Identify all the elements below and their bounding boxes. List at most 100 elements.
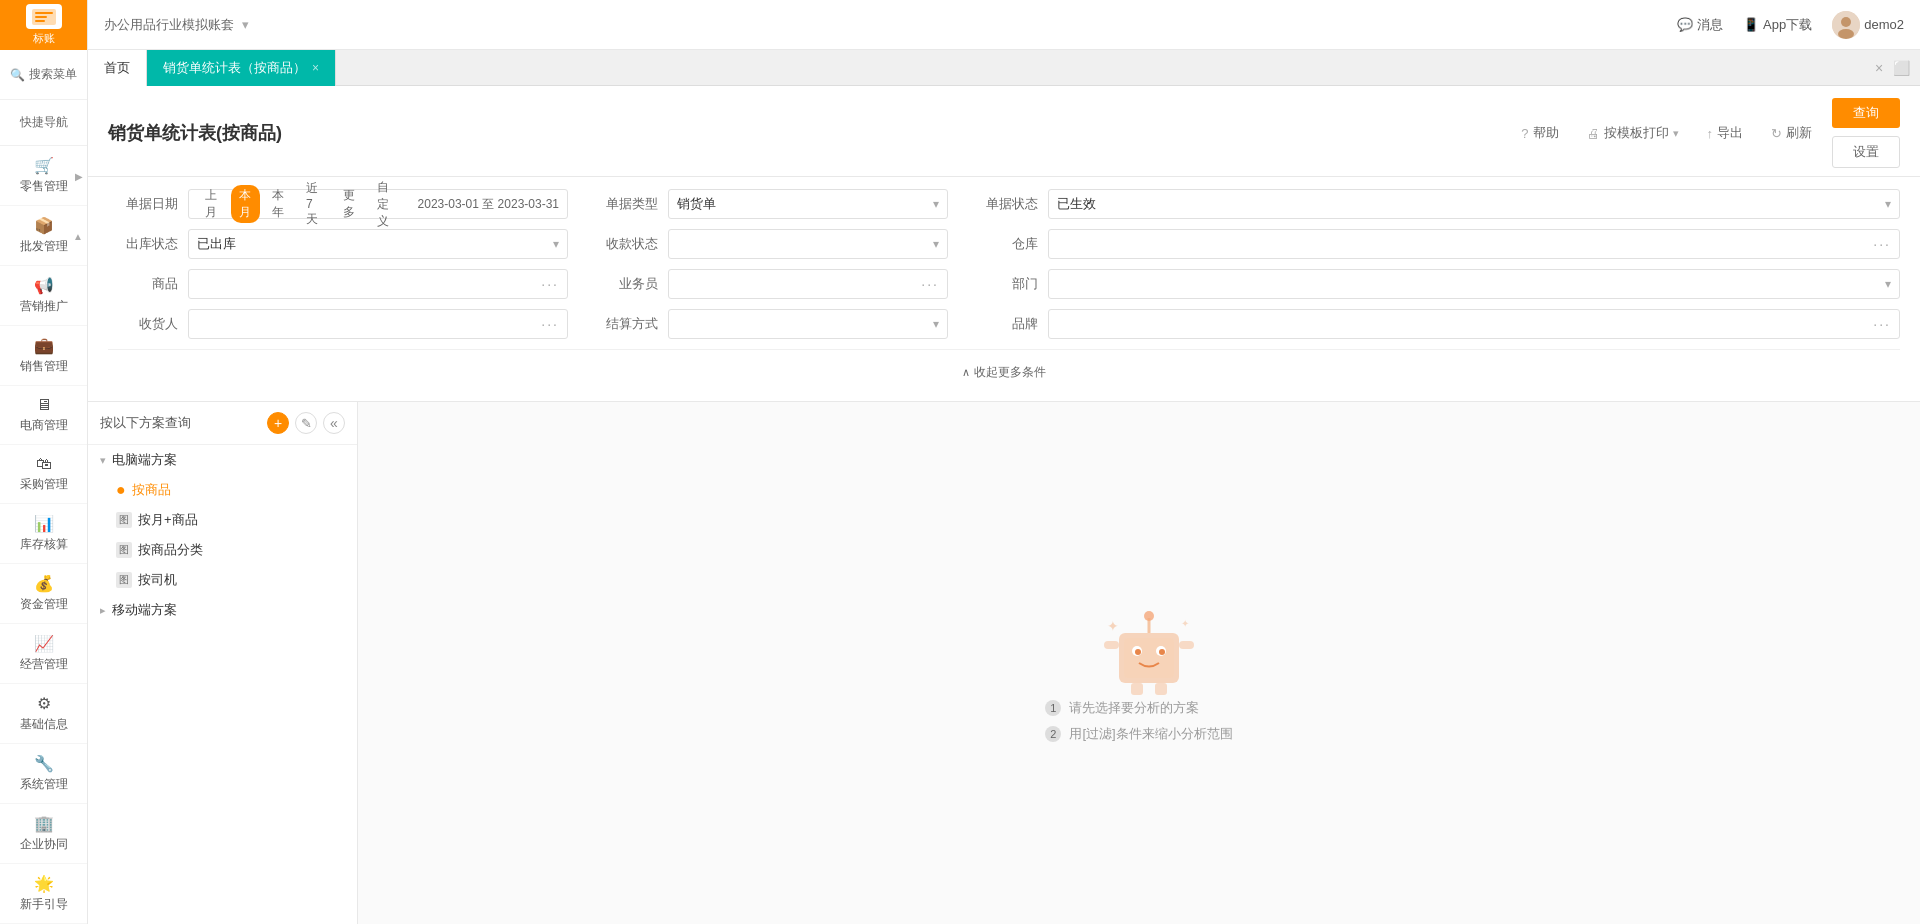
sales-icon: 💼 — [34, 336, 54, 355]
svg-rect-13 — [1179, 641, 1194, 649]
doc-type-filter[interactable]: 销货单 ▾ — [668, 189, 948, 219]
doc-status-label: 单据状态 — [968, 195, 1048, 213]
sidebar-item-ecommerce[interactable]: 🖥 电商管理 — [0, 386, 87, 445]
topbar-dropdown-icon[interactable]: ▾ — [242, 17, 249, 32]
mobile-schemes-label: 移动端方案 — [112, 601, 177, 619]
app-download-button[interactable]: 📱 App下载 — [1743, 16, 1812, 34]
tree-item-by-driver[interactable]: 图 按司机 — [88, 565, 357, 595]
export-label: 导出 — [1717, 124, 1743, 142]
refresh-button[interactable]: ↻ 刷新 — [1763, 120, 1820, 146]
topbar-left: 办公用品行业模拟账套 ▾ — [104, 16, 249, 34]
collapse-label: 收起更多条件 — [974, 364, 1046, 381]
mobile-schemes-group: ▸ 移动端方案 — [88, 595, 357, 625]
doc-status-value: 已生效 — [1057, 195, 1096, 213]
date-tab-custom[interactable]: 自定义 — [369, 177, 405, 232]
receiver-dots-icon: ··· — [541, 316, 559, 332]
svg-text:✦: ✦ — [1181, 618, 1189, 629]
sidebar-item-system[interactable]: 🔧 系统管理 — [0, 744, 87, 804]
product-filter[interactable]: ··· — [188, 269, 568, 299]
sidebar-item-basic[interactable]: ⚙ 基础信息 — [0, 684, 87, 744]
tab-home[interactable]: 首页 — [88, 50, 147, 86]
sidebar-item-retail[interactable]: 🛒 零售管理 ▶ — [0, 146, 87, 206]
sidebar-item-marketing-label: 营销推广 — [20, 298, 68, 315]
date-tab-more[interactable]: 更多 — [335, 185, 365, 223]
receiver-label: 收货人 — [108, 315, 188, 333]
sidebar-item-inventory[interactable]: 📊 库存核算 — [0, 504, 87, 564]
sidebar-item-newbie[interactable]: 🌟 新手引导 — [0, 864, 87, 924]
warehouse-filter[interactable]: ··· — [1048, 229, 1900, 259]
brand-filter[interactable]: ··· — [1048, 309, 1900, 339]
settings-button[interactable]: 设置 — [1832, 136, 1900, 168]
sidebar-item-enterprise[interactable]: 🏢 企业协同 — [0, 804, 87, 864]
date-label: 单据日期 — [108, 195, 188, 213]
tree-item-by-category[interactable]: 图 按商品分类 — [88, 535, 357, 565]
date-tab-last-month[interactable]: 上月 — [197, 185, 227, 223]
sidebar-item-wholesale[interactable]: 📦 批发管理 ▲ — [0, 206, 87, 266]
receipt-status-filter[interactable]: ▾ — [668, 229, 948, 259]
sidebar-item-finance[interactable]: 💰 资金管理 — [0, 564, 87, 624]
out-status-filter[interactable]: 已出库 ▾ — [188, 229, 568, 259]
svg-point-8 — [1135, 649, 1141, 655]
query-button[interactable]: 查询 — [1832, 98, 1900, 128]
window-maximize-icon[interactable]: ⬜ — [1894, 61, 1908, 75]
date-tab-7days[interactable]: 近7天 — [298, 178, 331, 230]
export-icon: ↑ — [1707, 126, 1714, 141]
out-status-dropdown-icon: ▾ — [553, 237, 559, 251]
left-panel: 按以下方案查询 + ✎ « — [88, 402, 358, 924]
dept-label: 部门 — [968, 275, 1048, 293]
date-filter[interactable]: 上月 本月 本年 近7天 更多 自定义 2023-03-01 至 2023-03… — [188, 189, 568, 219]
print-template-button[interactable]: 🖨 按模板打印 ▾ — [1579, 120, 1687, 146]
sidebar-item-marketing[interactable]: 📢 营销推广 — [0, 266, 87, 326]
window-close-icon[interactable]: × — [1872, 61, 1886, 75]
product-label: 商品 — [108, 275, 188, 293]
doc-type-label: 单据类型 — [588, 195, 668, 213]
system-name: 办公用品行业模拟账套 — [104, 16, 234, 34]
empty-steps: 1 请先选择要分析的方案 2 用[过滤]条件来缩小分析范围 — [1045, 699, 1232, 743]
receiver-filter[interactable]: ··· — [188, 309, 568, 339]
date-tab-current-year[interactable]: 本年 — [264, 185, 294, 223]
logo-area: 标账 — [0, 0, 87, 50]
by-month-product-label: 按月+商品 — [138, 511, 198, 529]
export-button[interactable]: ↑ 导出 — [1699, 120, 1752, 146]
search-menu-button[interactable]: 🔍 搜索菜单 — [0, 60, 87, 89]
mobile-schemes-header[interactable]: ▸ 移动端方案 — [88, 595, 357, 625]
user-profile[interactable]: demo2 — [1832, 11, 1904, 39]
collapse-button[interactable]: ∧ 收起更多条件 — [954, 356, 1054, 389]
tree-item-by-product[interactable]: ● 按商品 — [88, 475, 357, 505]
by-driver-label: 按司机 — [138, 571, 177, 589]
mobile-expand-icon: ▸ — [100, 604, 106, 617]
search-icon: 🔍 — [10, 68, 25, 82]
refresh-icon: ↻ — [1771, 126, 1782, 141]
by-category-label: 按商品分类 — [138, 541, 203, 559]
svg-rect-12 — [1104, 641, 1119, 649]
payment-filter[interactable]: ▾ — [668, 309, 948, 339]
tab-sales-stats[interactable]: 销货单统计表（按商品） × — [147, 50, 336, 86]
help-button[interactable]: ? 帮助 — [1513, 120, 1566, 146]
dept-filter[interactable]: ▾ — [1048, 269, 1900, 299]
desktop-schemes-header[interactable]: ▾ 电脑端方案 — [88, 445, 357, 475]
retail-arrow-icon: ▶ — [75, 170, 83, 181]
empty-step-2: 2 用[过滤]条件来缩小分析范围 — [1045, 725, 1232, 743]
date-tab-current-month[interactable]: 本月 — [231, 185, 261, 223]
purchase-icon: 🛍 — [36, 455, 52, 473]
empty-state-icon: ✦ ✦ — [1089, 583, 1189, 683]
tree-edit-button[interactable]: ✎ — [295, 412, 317, 434]
tab-close-icon[interactable]: × — [312, 61, 319, 75]
sidebar-item-purchase[interactable]: 🛍 采购管理 — [0, 445, 87, 504]
quick-nav-button[interactable]: 快捷导航 — [0, 108, 87, 137]
tree-item-by-month-product[interactable]: 图 按月+商品 — [88, 505, 357, 535]
page-content: 销货单统计表(按商品) ? 帮助 🖨 按模板打印 ▾ ↑ 导出 ↻ 刷新 — [88, 86, 1920, 924]
tree-add-button[interactable]: + — [267, 412, 289, 434]
by-category-icon: 图 — [116, 542, 132, 558]
staff-filter[interactable]: ··· — [668, 269, 948, 299]
sidebar-item-sales[interactable]: 💼 销售管理 — [0, 326, 87, 386]
doc-status-filter[interactable]: 已生效 ▾ — [1048, 189, 1900, 219]
by-product-label: 按商品 — [132, 481, 171, 499]
doc-status-dropdown-icon: ▾ — [1885, 197, 1891, 211]
message-button[interactable]: 💬 消息 — [1677, 16, 1723, 34]
topbar: 办公用品行业模拟账套 ▾ 💬 消息 📱 App下载 de — [88, 0, 1920, 50]
sidebar-item-operation[interactable]: 📈 经营管理 — [0, 624, 87, 684]
ecommerce-icon: 🖥 — [36, 396, 52, 414]
tree-collapse-button[interactable]: « — [323, 412, 345, 434]
sidebar-nav: 🛒 零售管理 ▶ 📦 批发管理 ▲ 📢 营销推广 💼 销售管理 🖥 电商管理 🛍… — [0, 146, 87, 924]
